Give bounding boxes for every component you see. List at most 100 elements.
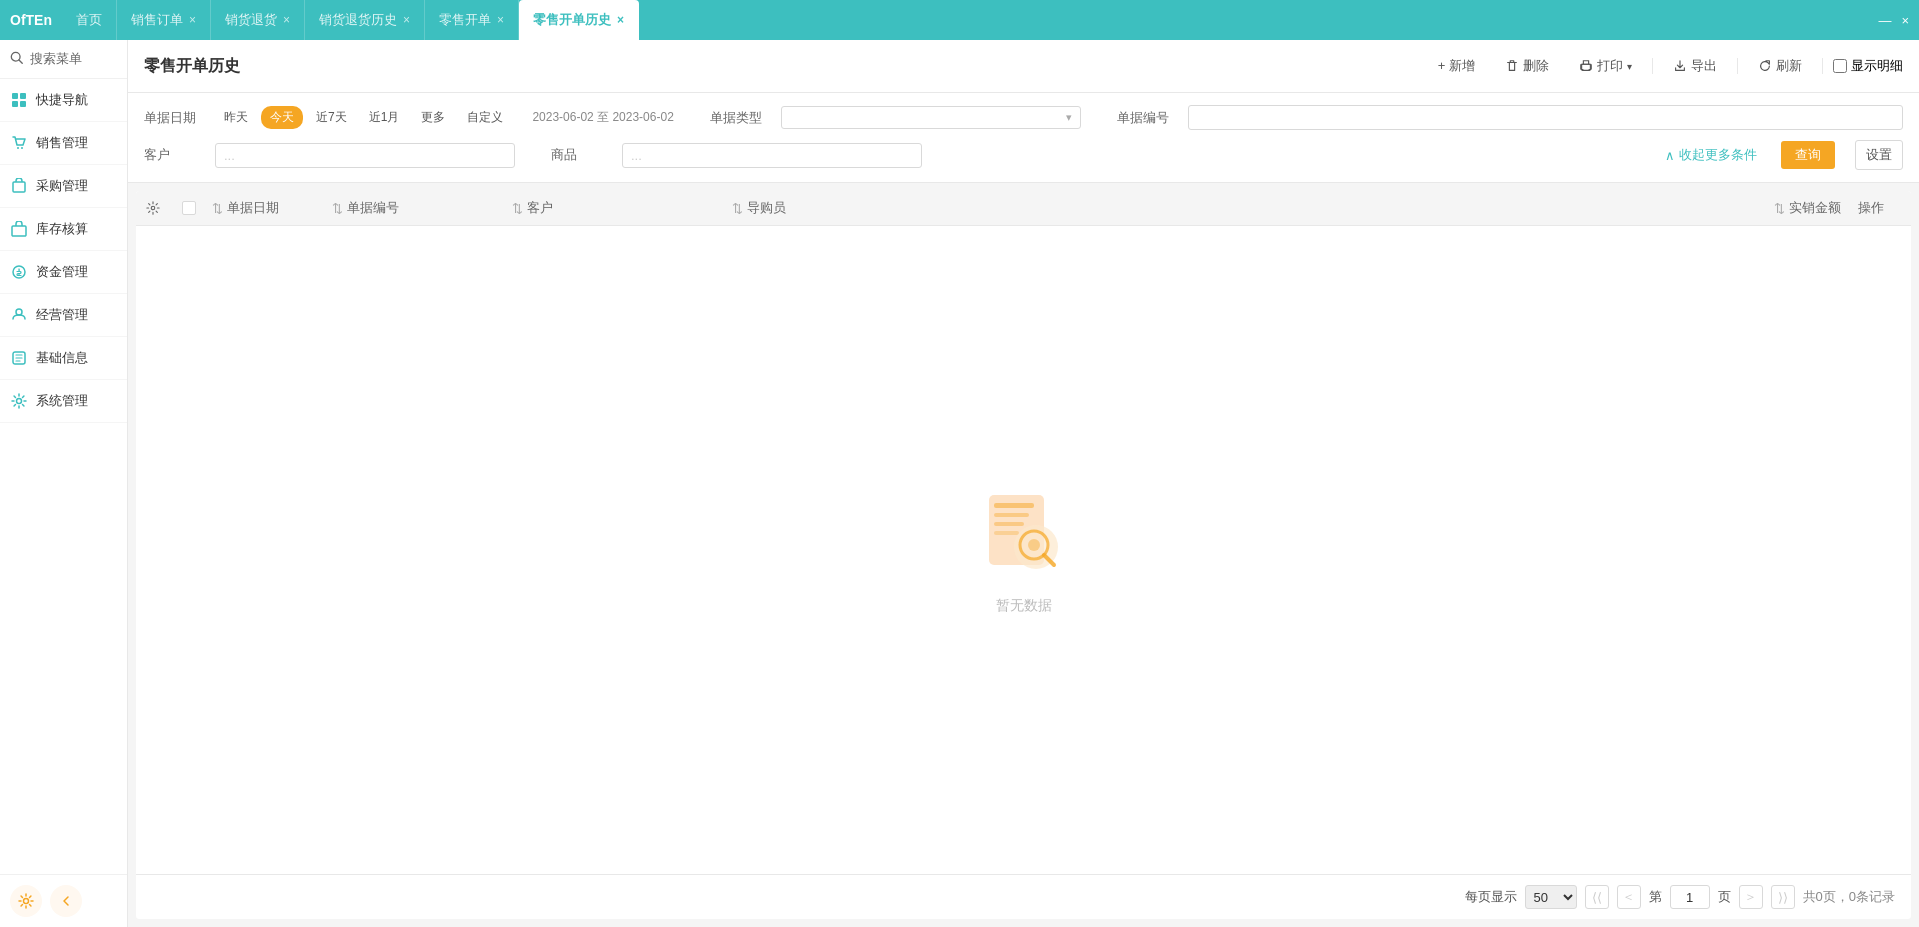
sidebar-search[interactable]: 搜索菜单 [0, 40, 127, 79]
toolbar: + 新增 删除 打印 ▾ [1428, 52, 1903, 80]
sidebar-system-label: 系统管理 [36, 392, 88, 410]
tab-sales-order[interactable]: 销售订单 × [117, 0, 211, 40]
today-btn[interactable]: 今天 [261, 106, 303, 129]
doc-no-field[interactable] [1197, 110, 1894, 125]
topbar-right: — × [1878, 13, 1909, 28]
tab-sales-return-history[interactable]: 销货退货历史 × [305, 0, 425, 40]
tab-home[interactable]: 首页 [62, 0, 117, 40]
col-action-header: 操作 [1841, 199, 1901, 217]
col-order-no-header[interactable]: ⇅ 单据编号 [332, 199, 512, 217]
sidebar-item-nav[interactable]: 快捷导航 [0, 79, 127, 122]
last-page-icon: ⟩⟩ [1778, 890, 1788, 905]
svg-point-11 [16, 309, 22, 315]
tab-sales-return[interactable]: 销货退货 × [211, 0, 305, 40]
print-button[interactable]: 打印 ▾ [1569, 52, 1642, 80]
display-detail-toggle[interactable]: 显示明细 [1833, 57, 1903, 75]
sidebar-nav-label: 快捷导航 [36, 91, 88, 109]
sort-icon3: ⇅ [512, 201, 523, 216]
add-button[interactable]: + 新增 [1428, 52, 1485, 80]
col-date-header[interactable]: ⇅ 单据日期 [212, 199, 332, 217]
col-checkbox-header[interactable] [182, 201, 212, 215]
toolbar-divider [1652, 58, 1653, 74]
yesterday-btn[interactable]: 昨天 [215, 106, 257, 129]
product-input[interactable]: ... [622, 143, 922, 168]
custom-btn[interactable]: 自定义 [458, 106, 512, 129]
sidebar-item-system[interactable]: 系统管理 [0, 380, 127, 423]
delete-button[interactable]: 删除 [1495, 52, 1559, 80]
nav-icon [10, 91, 28, 109]
sidebar-management-label: 经营管理 [36, 306, 88, 324]
basic-info-icon [10, 349, 28, 367]
tab-retail-order[interactable]: 零售开单 × [425, 0, 519, 40]
last-month-btn[interactable]: 近1月 [360, 106, 409, 129]
filter-row-2: 客户 ... 商品 ... ∧ 收起更多条件 查询 设置 [144, 140, 1903, 170]
export-label: 导出 [1691, 57, 1717, 75]
tab-sales-return-history-close[interactable]: × [403, 13, 410, 27]
toolbar-divider2 [1737, 58, 1738, 74]
svg-rect-21 [994, 531, 1019, 535]
empty-state: 暂无数据 [136, 226, 1911, 874]
tab-retail-order-history-close[interactable]: × [617, 13, 624, 27]
display-detail-checkbox[interactable] [1833, 59, 1847, 73]
col-guide-header[interactable]: ⇅ 导购员 [732, 199, 852, 217]
export-button[interactable]: 导出 [1663, 52, 1727, 80]
date-filter-buttons: 昨天 今天 近7天 近1月 更多 自定义 [215, 106, 512, 129]
settings-btn[interactable]: 设置 [1855, 140, 1903, 170]
amount-col-label: 实销金额 [1789, 199, 1841, 217]
refresh-button[interactable]: 刷新 [1748, 52, 1812, 80]
first-page-btn[interactable]: ⟨⟨ [1585, 885, 1609, 909]
customer-input[interactable]: ... [215, 143, 515, 168]
sidebar-collapse-btn[interactable] [50, 885, 82, 917]
per-page-select[interactable]: 50 100 200 [1525, 885, 1577, 909]
tab-retail-order-close[interactable]: × [497, 13, 504, 27]
sidebar-finance-label: 资金管理 [36, 263, 88, 281]
prev-page-btn[interactable]: ＜ [1617, 885, 1641, 909]
svg-point-6 [17, 147, 19, 149]
more-btn[interactable]: 更多 [412, 106, 454, 129]
sort-icon: ⇅ [212, 201, 223, 216]
doc-type-label: 单据类型 [710, 109, 765, 127]
tab-sales-order-close[interactable]: × [189, 13, 196, 27]
main-layout: 搜索菜单 快捷导航 销售管理 [0, 40, 1919, 927]
svg-rect-18 [994, 503, 1034, 508]
sidebar-item-sales[interactable]: 销售管理 [0, 122, 127, 165]
delete-label: 删除 [1523, 57, 1549, 75]
table-area: ⇅ 单据日期 ⇅ 单据编号 ⇅ 客户 ⇅ 导购员 ⇅ 实销 [136, 191, 1911, 919]
customer-col-label: 客户 [527, 199, 553, 217]
tab-retail-order-history[interactable]: 零售开单历史 × [519, 0, 639, 40]
last7days-btn[interactable]: 近7天 [307, 106, 356, 129]
doc-type-select[interactable]: ▾ [781, 106, 1081, 129]
topbar-minimize[interactable]: — [1878, 13, 1891, 28]
sidebar-item-management[interactable]: 经营管理 [0, 294, 127, 337]
col-settings-header[interactable] [146, 201, 182, 215]
sidebar-item-purchase[interactable]: 采购管理 [0, 165, 127, 208]
search-button[interactable]: 查询 [1781, 141, 1835, 169]
sidebar-settings-btn[interactable] [10, 885, 42, 917]
collapse-filter-btn[interactable]: ∧ 收起更多条件 [1665, 146, 1757, 164]
print-arrow-icon: ▾ [1627, 61, 1632, 72]
sidebar-item-finance[interactable]: 资金管理 [0, 251, 127, 294]
col-customer-header[interactable]: ⇅ 客户 [512, 199, 732, 217]
last-page-btn[interactable]: ⟩⟩ [1771, 885, 1795, 909]
doc-no-input[interactable] [1188, 105, 1903, 130]
per-page-label: 每页显示 [1465, 888, 1517, 906]
page-input[interactable] [1670, 885, 1710, 909]
sidebar-item-basic-info[interactable]: 基础信息 [0, 337, 127, 380]
filter-area: 单据日期 昨天 今天 近7天 近1月 更多 自定义 2023-06-02 至 2… [128, 93, 1919, 183]
sidebar-item-inventory[interactable]: 库存核算 [0, 208, 127, 251]
select-all-checkbox[interactable] [182, 201, 196, 215]
action-col-label: 操作 [1858, 199, 1884, 217]
page-header: 零售开单历史 + 新增 删除 打印 ▾ [128, 40, 1919, 93]
next-page-btn[interactable]: ＞ [1739, 885, 1763, 909]
page-suffix: 页 [1718, 888, 1731, 906]
topbar-close[interactable]: × [1901, 13, 1909, 28]
tab-sales-return-close[interactable]: × [283, 13, 290, 27]
page-label: 第 [1649, 888, 1662, 906]
brand-logo: OfTEn [10, 12, 52, 28]
svg-point-24 [1028, 539, 1040, 551]
svg-rect-9 [12, 226, 26, 236]
col-amount-header[interactable]: ⇅ 实销金额 [1711, 199, 1841, 217]
product-placeholder: ... [631, 148, 642, 163]
svg-rect-2 [12, 93, 18, 99]
display-detail-label: 显示明细 [1851, 57, 1903, 75]
